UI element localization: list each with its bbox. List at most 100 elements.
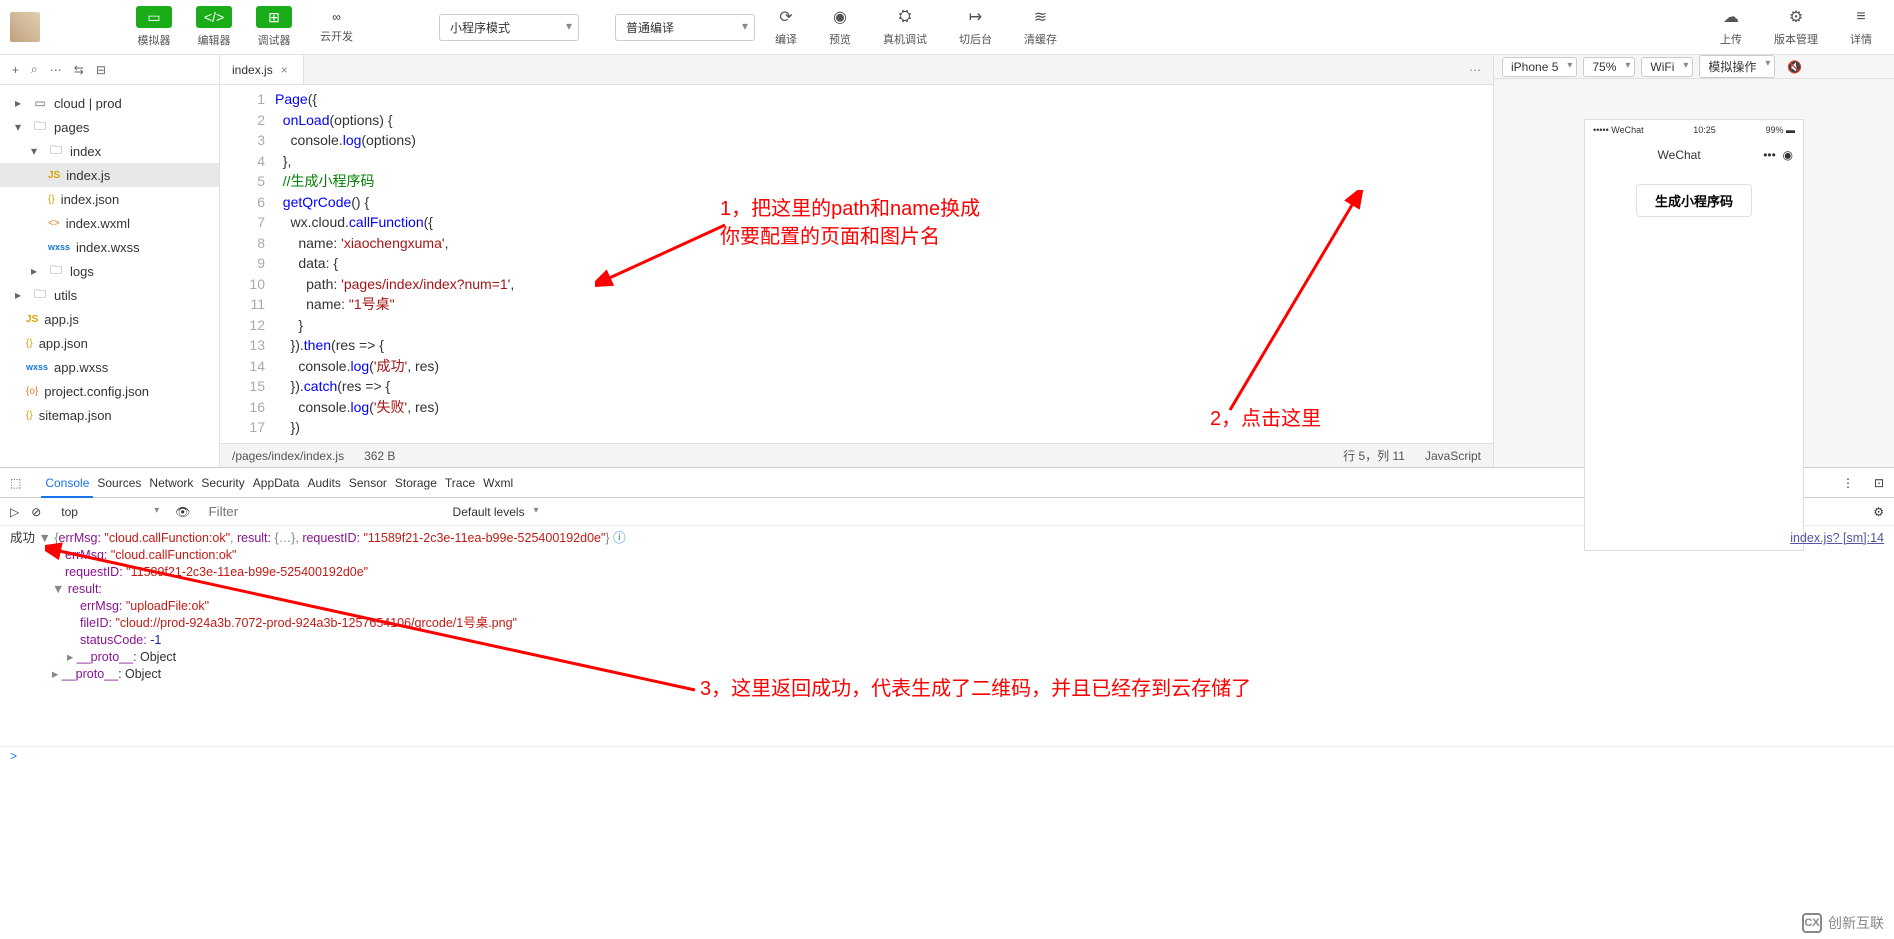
k: errMsg: <box>65 548 107 562</box>
upload-button[interactable]: ☁上传 <box>1708 5 1754 49</box>
devtools-tab-audits[interactable]: Audits <box>303 470 344 496</box>
device-dropdown[interactable]: iPhone 5 <box>1502 57 1577 77</box>
v: "cloud.callFunction:ok" <box>104 531 230 545</box>
code-content[interactable]: Page({ onLoad(options) { console.log(opt… <box>275 85 514 443</box>
clear-icon[interactable]: ⊘ <box>31 505 41 519</box>
devtools-tab-sources[interactable]: Sources <box>93 470 145 496</box>
clear-cache-label: 清缓存 <box>1024 31 1057 47</box>
tab-index-js[interactable]: index.js× <box>220 55 304 84</box>
devtools-tab-console[interactable]: Console <box>41 470 93 498</box>
k: requestID: <box>302 531 360 545</box>
tree-index-json[interactable]: {}index.json <box>0 187 219 211</box>
avatar[interactable] <box>10 12 40 42</box>
tree-label: index <box>70 144 101 159</box>
zoom-dropdown[interactable]: 75% <box>1583 57 1635 77</box>
clear-cache-button[interactable]: ≋清缓存 <box>1012 5 1069 49</box>
k: statusCode: <box>80 633 147 647</box>
tree-index-wxss[interactable]: wxssindex.wxss <box>0 235 219 259</box>
console-output[interactable]: index.js? [sm]:14 成功 ▼ {errMsg: "cloud.c… <box>0 526 1894 746</box>
cloud-dev-button[interactable]: ∞云开发 <box>310 8 363 46</box>
target-icon[interactable]: ◉ <box>1783 148 1793 162</box>
editor-pane: index.js× ⋯ 1234567891011121314151617 Pa… <box>220 55 1494 467</box>
filter-input[interactable] <box>203 502 433 521</box>
v: {…} <box>275 531 296 545</box>
mode-dropdown[interactable]: 小程序模式 <box>439 14 579 41</box>
compile-button[interactable]: ⟳编译 <box>763 5 809 49</box>
phone-body: 生成小程序码 <box>1585 170 1803 550</box>
watermark-text: 创新互联 <box>1828 913 1884 933</box>
debugger-button[interactable]: ⊞调试器 <box>246 4 302 50</box>
devtools-tab-appdata[interactable]: AppData <box>249 470 304 496</box>
tree-label: index.json <box>61 192 120 207</box>
editor-button[interactable]: </>编辑器 <box>186 4 242 50</box>
tree-pages[interactable]: ▾🗀pages <box>0 115 219 139</box>
phone-nav-bar: WeChat ••• ◉ <box>1585 140 1803 170</box>
tree-label: pages <box>54 120 89 135</box>
v: "cloud.callFunction:ok" <box>111 548 237 562</box>
preview-button[interactable]: ◉预览 <box>817 5 863 49</box>
more-icon[interactable]: ⋯ <box>1457 63 1493 77</box>
debugger-label: 调试器 <box>258 32 291 48</box>
more-icon[interactable]: ⋯ <box>50 63 62 77</box>
generate-qr-button[interactable]: 生成小程序码 <box>1636 184 1752 217</box>
tree-sitemap[interactable]: {}sitemap.json <box>0 403 219 427</box>
log-success: 成功 <box>10 531 35 545</box>
upload-label: 上传 <box>1720 31 1742 47</box>
tree-index-dir[interactable]: ▾🗀index <box>0 139 219 163</box>
source-link[interactable]: index.js? [sm]:14 <box>1790 530 1884 547</box>
tree-index-wxml[interactable]: <>index.wxml <box>0 211 219 235</box>
explorer-toolbar: + ⌕ ⋯ ⇆ ⊟ <box>0 55 219 85</box>
devtools-tab-wxml[interactable]: Wxml <box>479 470 517 496</box>
remote-debug-button[interactable]: ⛭真机调试 <box>871 5 939 49</box>
k: errMsg: <box>59 531 101 545</box>
code-editor[interactable]: 1234567891011121314151617 Page({ onLoad(… <box>220 85 1493 443</box>
tree-utils[interactable]: ▸🗀utils <box>0 283 219 307</box>
devtools-dock-icon[interactable]: ⊡ <box>1874 476 1884 490</box>
tree-app-js[interactable]: JSapp.js <box>0 307 219 331</box>
tree-project-config[interactable]: {o}project.config.json <box>0 379 219 403</box>
split-icon[interactable]: ⊟ <box>96 63 106 77</box>
preview-label: 预览 <box>829 31 851 47</box>
play-icon[interactable]: ▷ <box>10 505 19 519</box>
tree-cloud[interactable]: ▸▭cloud | prod <box>0 91 219 115</box>
k: errMsg: <box>80 599 122 613</box>
menu-icon[interactable]: ••• <box>1763 148 1776 162</box>
k: fileID: <box>80 616 112 630</box>
gear-icon[interactable]: ⚙ <box>1873 505 1884 519</box>
devtools-tab-storage[interactable]: Storage <box>391 470 441 496</box>
details-button[interactable]: ≡详情 <box>1838 5 1884 49</box>
carrier-label: ••••• WeChat <box>1593 125 1644 135</box>
eye-icon[interactable]: 👁 <box>175 505 190 519</box>
tree-label: index.js <box>66 168 110 183</box>
add-icon[interactable]: + <box>12 63 19 77</box>
network-dropdown[interactable]: WiFi <box>1641 57 1693 77</box>
version-button[interactable]: ⚙版本管理 <box>1762 5 1830 49</box>
editor-tabs: index.js× ⋯ <box>220 55 1493 85</box>
devtools-tab-security[interactable]: Security <box>197 470 248 496</box>
back-bg-button[interactable]: ↦切后台 <box>947 5 1004 49</box>
mute-icon[interactable]: 🔇 <box>1787 60 1802 74</box>
file-explorer: + ⌕ ⋯ ⇆ ⊟ ▸▭cloud | prod ▾🗀pages ▾🗀index… <box>0 55 220 467</box>
tree-app-json[interactable]: {}app.json <box>0 331 219 355</box>
devtools-tab-sensor[interactable]: Sensor <box>345 470 391 496</box>
simulator-button[interactable]: ▭模拟器 <box>126 4 182 50</box>
levels-dropdown[interactable]: Default levels <box>445 503 543 521</box>
sim-ops-dropdown[interactable]: 模拟操作 <box>1699 55 1775 78</box>
tree-index-js[interactable]: JSindex.js <box>0 163 219 187</box>
battery-label: 99% <box>1765 125 1783 135</box>
inspect-icon[interactable]: ⬚ <box>10 476 21 490</box>
search-icon[interactable]: ⌕ <box>31 62 38 77</box>
devtools-tab-network[interactable]: Network <box>145 470 197 496</box>
context-dropdown[interactable]: top <box>53 503 163 521</box>
tree-app-wxss[interactable]: wxssapp.wxss <box>0 355 219 379</box>
time-label: 10:25 <box>1693 125 1716 135</box>
compile-dropdown[interactable]: 普通编译 <box>615 14 755 41</box>
devtools-tab-trace[interactable]: Trace <box>441 470 479 496</box>
devtools-more-icon[interactable]: ⋮ <box>1842 476 1854 490</box>
tree-label: app.json <box>39 336 88 351</box>
close-icon[interactable]: × <box>281 63 288 77</box>
tree-logs[interactable]: ▸🗀logs <box>0 259 219 283</box>
collapse-icon[interactable]: ⇆ <box>74 63 84 77</box>
status-position: 行 5，列 11 <box>1343 447 1405 464</box>
console-prompt[interactable]: > <box>0 746 1894 765</box>
